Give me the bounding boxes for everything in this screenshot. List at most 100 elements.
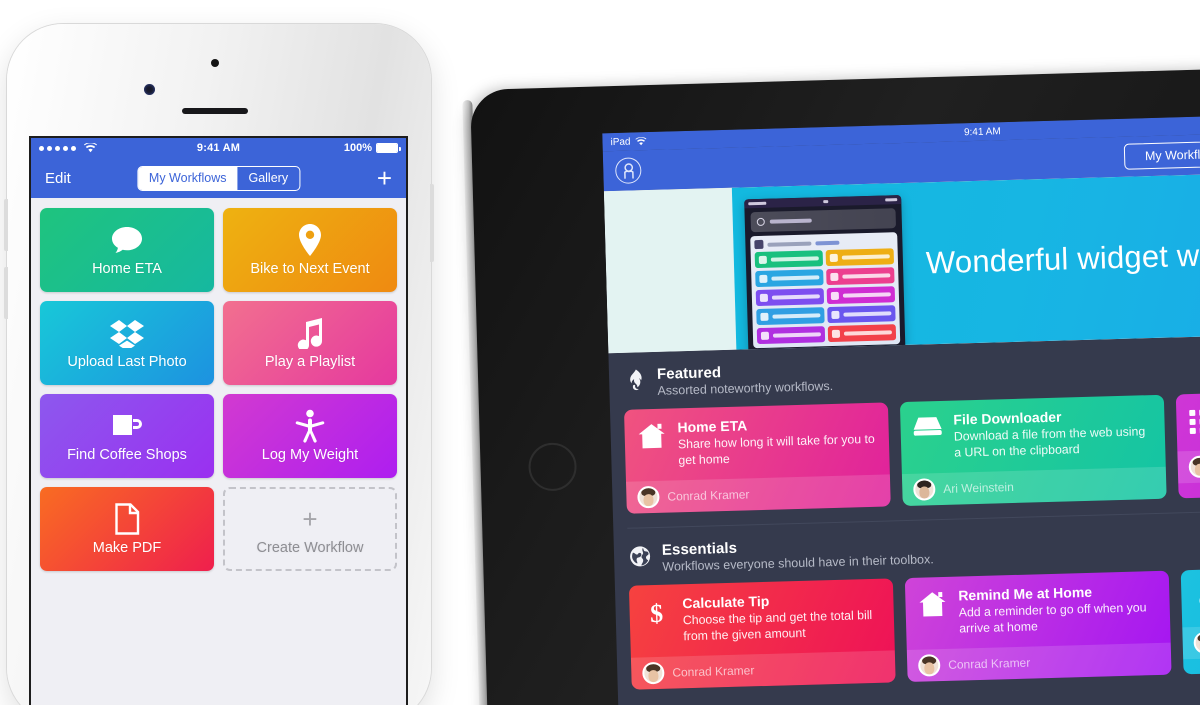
avatar (917, 654, 941, 678)
tile-bike-to-next-event[interactable]: Bike to Next Event (223, 208, 397, 292)
ipad-screen: iPad 9:41 AM My Workflows Gallery (602, 112, 1200, 705)
avatar (1193, 631, 1200, 654)
preview-row (756, 326, 826, 345)
card-row: $ Calculate Tip Choose the tip and get t… (628, 563, 1200, 691)
preview-row (826, 286, 896, 305)
card-author: Conrad Kramer (672, 663, 755, 681)
plus-icon: + (302, 504, 318, 534)
preview-row (754, 250, 824, 269)
screenshot-stage: 9:41 AM 100% Edit My Workflows Gallery + (0, 0, 1200, 705)
home-icon (636, 420, 667, 470)
speech-bubble-icon (110, 223, 144, 257)
preview-row (756, 307, 825, 326)
iphone-status-bar: 9:41 AM 100% (31, 138, 406, 158)
iphone-screen: 9:41 AM 100% Edit My Workflows Gallery + (31, 138, 406, 705)
segmented-control[interactable]: My Workflows Gallery (1123, 138, 1200, 170)
globe-icon (628, 544, 653, 569)
tile-make-pdf[interactable]: Make PDF (40, 487, 214, 571)
avatar (637, 486, 660, 509)
tile-log-my-weight[interactable]: Log My Weight (223, 394, 397, 478)
battery-percent: 100% (343, 142, 372, 154)
tile-label: Upload Last Photo (67, 354, 187, 370)
card-footer: Conrad Kramer (906, 643, 1172, 683)
tile-home-eta[interactable]: Home ETA (40, 208, 214, 292)
card-file-downloader[interactable]: File Downloader Download a file from the… (899, 394, 1167, 507)
card-remind-me-at-home[interactable]: Remind Me at Home Add a reminder to go o… (904, 570, 1172, 683)
drive-icon (912, 412, 943, 462)
preview-row (827, 324, 897, 343)
person-icon (295, 409, 325, 443)
tile-label: Log My Weight (261, 447, 359, 463)
tile-label: Make PDF (92, 540, 162, 556)
card-description: Share how long it will take for you to g… (677, 431, 875, 467)
battery-icon (376, 143, 401, 153)
power-button[interactable] (430, 184, 434, 262)
preview-row (826, 267, 895, 286)
card-home-eta[interactable]: Home ETA Share how long it will take for… (623, 402, 891, 515)
banner-headline: Wonderful widget workf (925, 236, 1200, 281)
tile-play-a-playlist[interactable]: Play a Playlist (223, 301, 397, 385)
preview-row (825, 248, 895, 267)
tile-upload-last-photo[interactable]: Upload Last Photo (40, 301, 214, 385)
create-workflow-tile[interactable]: + Create Workflow (223, 487, 397, 571)
avatar (1188, 455, 1200, 478)
featured-banner[interactable]: Wonderful widget workf (603, 170, 1200, 354)
tab-my-workflows[interactable]: My Workflows (1125, 141, 1200, 168)
front-camera-icon (144, 84, 155, 95)
plus-icon[interactable]: + (377, 165, 392, 191)
tile-label: Home ETA (92, 261, 162, 277)
section-essentials: Essentials Workflows everyone should hav… (613, 508, 1200, 691)
coffee-cup-icon (110, 409, 144, 443)
preview-status-bar (744, 195, 902, 209)
preview-row (827, 305, 896, 324)
tile-label: Create Workflow (256, 540, 364, 556)
ipad-device: iPad 9:41 AM My Workflows Gallery (462, 64, 1200, 705)
home-icon (917, 588, 948, 638)
card-footer: Conrad Kramer (630, 650, 896, 691)
dollar-icon: $ (641, 596, 672, 646)
card-author: Conrad Kramer (667, 487, 750, 504)
flame-icon (623, 368, 648, 393)
card-footer: Ari Weinstein (901, 466, 1167, 507)
tile-find-coffee-shops[interactable]: Find Coffee Shops (40, 394, 214, 478)
iphone-device: 9:41 AM 100% Edit My Workflows Gallery + (4, 24, 434, 705)
map-pin-icon (297, 223, 323, 257)
battery-status: 100% (343, 142, 401, 154)
preview-search-field (750, 208, 897, 233)
tile-label: Bike to Next Event (250, 261, 370, 277)
section-header: Featured Assorted noteworthy workflows. (623, 346, 1200, 398)
earpiece-speaker (182, 108, 248, 114)
account-avatar-icon[interactable] (614, 157, 642, 184)
segmented-control[interactable]: My Workflows Gallery (136, 165, 301, 191)
card-description: Add a reminder to go off when you arrive… (958, 600, 1147, 636)
section-featured: Featured Assorted noteworthy workflows. … (608, 332, 1200, 515)
avatar (642, 662, 665, 685)
card-description: Download a file from the web using a URL… (953, 424, 1146, 460)
card-third-essential[interactable]: L M a C (1180, 563, 1200, 675)
document-icon (114, 502, 140, 536)
grid-icon (1188, 404, 1200, 438)
volume-up-button[interactable] (4, 199, 8, 251)
preview-row (755, 288, 825, 307)
card-row: Home ETA Share how long it will take for… (623, 387, 1200, 515)
phone-widget-preview (744, 195, 906, 354)
tab-gallery[interactable]: Gallery (237, 167, 299, 190)
workflow-tile-grid: Home ETA Bike to Next Event Upload Last … (31, 198, 406, 581)
volume-down-button[interactable] (4, 267, 8, 319)
banner-left-pad (603, 187, 737, 354)
card-author: Ari Weinstein (943, 480, 1014, 497)
dropbox-icon (110, 316, 144, 350)
tab-my-workflows[interactable]: My Workflows (137, 166, 238, 190)
card-description: Choose the tip and get the total bill fr… (682, 608, 873, 644)
section-header: Essentials Workflows everyone should hav… (628, 523, 1200, 575)
water-drop-icon (1193, 580, 1200, 614)
card-author: Conrad Kramer (948, 656, 1031, 673)
preview-widget-card (750, 232, 901, 349)
tile-label: Find Coffee Shops (67, 447, 187, 463)
card-calculate-tip[interactable]: $ Calculate Tip Choose the tip and get t… (628, 578, 896, 691)
svg-text:$: $ (650, 599, 664, 628)
card-third-featured[interactable]: P S t C (1175, 387, 1200, 499)
edit-button[interactable]: Edit (45, 170, 71, 187)
proximity-sensor-icon (211, 59, 219, 67)
preview-row (755, 269, 824, 288)
